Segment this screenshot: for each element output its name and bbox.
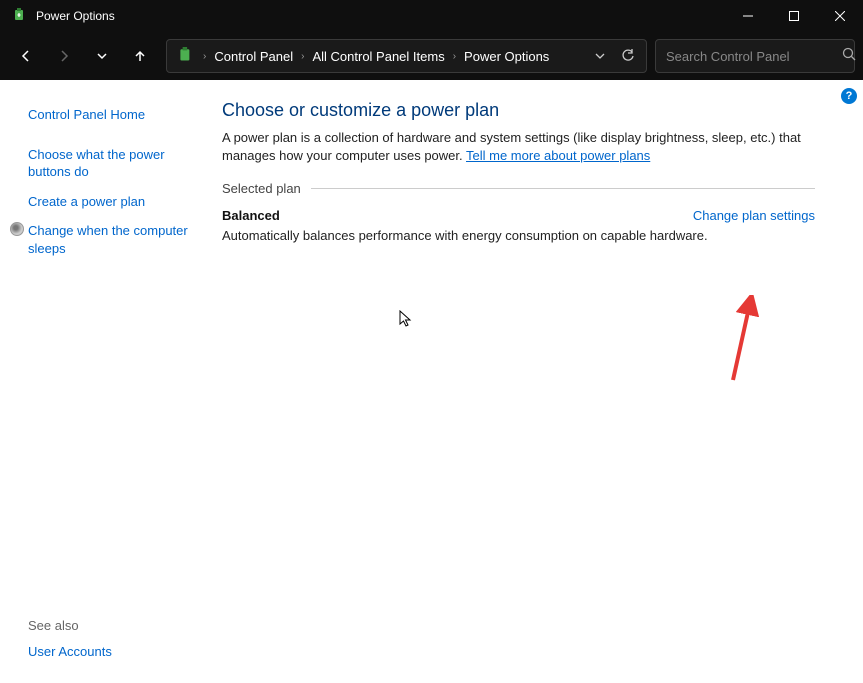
plan-description: Automatically balances performance with … (222, 227, 815, 245)
close-button[interactable] (817, 0, 863, 32)
sidebar-item-label: Change when the computer sleeps (28, 223, 188, 256)
divider (311, 188, 815, 189)
maximize-button[interactable] (771, 0, 817, 32)
refresh-button[interactable] (614, 42, 642, 70)
control-panel-home-link[interactable]: Control Panel Home (28, 100, 194, 130)
address-bar[interactable]: › Control Panel › All Control Panel Item… (166, 39, 647, 73)
section-label-text: Selected plan (222, 181, 301, 196)
window-title: Power Options (36, 9, 725, 23)
breadcrumb-item[interactable]: All Control Panel Items (306, 45, 450, 68)
sidebar-link-create-plan[interactable]: Create a power plan (28, 187, 194, 217)
chevron-right-icon[interactable]: › (201, 51, 208, 62)
sidebar-link-power-buttons[interactable]: Choose what the power buttons do (28, 140, 194, 187)
main-panel: Choose or customize a power plan A power… (210, 80, 863, 683)
minimize-button[interactable] (725, 0, 771, 32)
chevron-right-icon[interactable]: › (299, 51, 306, 62)
chevron-right-icon[interactable]: › (451, 51, 458, 62)
change-plan-settings-link[interactable]: Change plan settings (693, 208, 815, 223)
page-heading: Choose or customize a power plan (222, 100, 815, 121)
see-also-label: See also (28, 610, 194, 637)
address-dropdown[interactable] (586, 42, 614, 70)
navbar: › Control Panel › All Control Panel Item… (0, 32, 863, 80)
search-icon[interactable] (842, 47, 856, 66)
search-box[interactable] (655, 39, 855, 73)
sidebar: Control Panel Home Choose what the power… (0, 80, 210, 683)
plan-name: Balanced (222, 208, 280, 223)
plan-row: Balanced Change plan settings (222, 208, 815, 223)
search-input[interactable] (666, 49, 842, 64)
app-icon (12, 8, 28, 24)
location-icon (177, 47, 195, 65)
sidebar-link-change-sleep[interactable]: Change when the computer sleeps (28, 216, 194, 263)
breadcrumb-item[interactable]: Power Options (458, 45, 555, 68)
content-area: ? Control Panel Home Choose what the pow… (0, 80, 863, 683)
learn-more-link[interactable]: Tell me more about power plans (466, 148, 650, 163)
forward-button[interactable] (46, 38, 82, 74)
up-button[interactable] (122, 38, 158, 74)
recent-dropdown[interactable] (84, 38, 120, 74)
back-button[interactable] (8, 38, 44, 74)
help-icon[interactable]: ? (841, 88, 857, 104)
page-description: A power plan is a collection of hardware… (222, 129, 815, 165)
see-also-user-accounts[interactable]: User Accounts (28, 637, 194, 667)
section-header: Selected plan (222, 181, 815, 196)
shield-icon (10, 222, 24, 236)
breadcrumb-item[interactable]: Control Panel (208, 45, 299, 68)
titlebar: Power Options (0, 0, 863, 32)
